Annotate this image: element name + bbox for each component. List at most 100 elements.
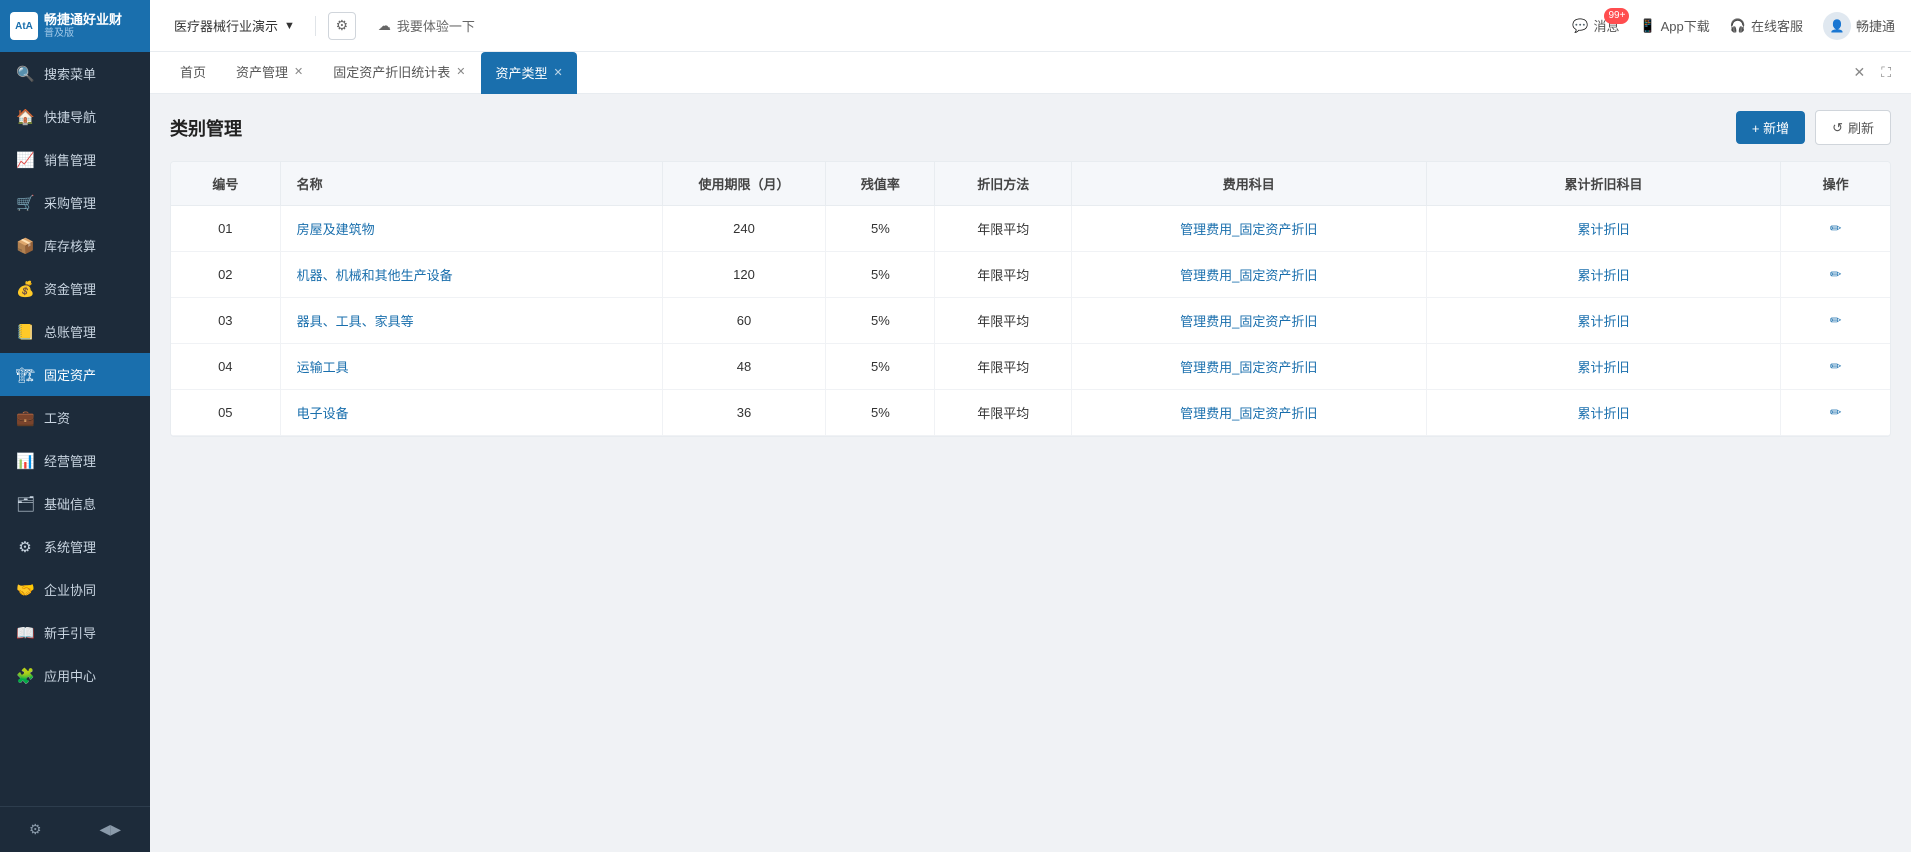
cell-action: ✏ xyxy=(1781,344,1890,390)
chevron-down-icon: ▼ xyxy=(284,20,295,32)
sidebar-item-search[interactable]: 🔍 搜索菜单 xyxy=(0,52,150,95)
cell-code: 03 xyxy=(171,298,280,344)
tab-home-label: 首页 xyxy=(180,62,206,81)
sidebar-item-inventory[interactable]: 📦 库存核算 xyxy=(0,224,150,267)
tab-asset-type-label: 资产类型 xyxy=(495,63,547,82)
table-row: 05 电子设备 36 5% 年限平均 管理费用_固定资产折旧 累计折旧 ✏ xyxy=(171,390,1890,436)
col-expense: 费用科目 xyxy=(1071,162,1426,206)
cell-name: 运输工具 xyxy=(280,344,662,390)
tab-asset-mgmt-close[interactable]: ✕ xyxy=(294,65,303,78)
table-row: 01 房屋及建筑物 240 5% 年限平均 管理费用_固定资产折旧 累计折旧 ✏ xyxy=(171,206,1890,252)
app-center-icon: 🧩 xyxy=(16,667,34,685)
topbar-app-download-btn[interactable]: 📱 App下载 xyxy=(1639,16,1709,35)
table-row: 02 机器、机械和其他生产设备 120 5% 年限平均 管理费用_固定资产折旧 … xyxy=(171,252,1890,298)
cell-expense: 管理费用_固定资产折旧 xyxy=(1071,390,1426,436)
sidebar-item-salary[interactable]: 💼 工资 xyxy=(0,396,150,439)
col-accu: 累计折旧科目 xyxy=(1426,162,1781,206)
sidebar-item-capital[interactable]: 💰 资金管理 xyxy=(0,267,150,310)
sidebar-item-label: 库存核算 xyxy=(44,236,96,255)
sidebar-settings-btn[interactable]: ⚙ xyxy=(21,817,50,842)
cell-accu: 累计折旧 xyxy=(1426,390,1781,436)
sidebar-item-quick-nav[interactable]: 🏠 快捷导航 xyxy=(0,95,150,138)
table-header-row: 编号 名称 使用期限（月） 残值率 折旧方法 费用科目 累计折旧科目 操作 xyxy=(171,162,1890,206)
cell-period: 60 xyxy=(662,298,826,344)
refresh-button[interactable]: ↺ 刷新 xyxy=(1815,110,1891,145)
col-residual: 残值率 xyxy=(826,162,935,206)
tab-home[interactable]: 首页 xyxy=(166,52,220,94)
new-button[interactable]: + 新增 xyxy=(1736,111,1805,144)
sidebar-item-newbie[interactable]: 📖 新手引导 xyxy=(0,611,150,654)
salary-icon: 💼 xyxy=(16,409,34,427)
cell-expense: 管理费用_固定资产折旧 xyxy=(1071,298,1426,344)
sidebar-item-mgmt[interactable]: 📊 经营管理 xyxy=(0,439,150,482)
topbar-user-btn[interactable]: 👤 畅捷通 xyxy=(1823,12,1895,40)
cell-expense: 管理费用_固定资产折旧 xyxy=(1071,344,1426,390)
cell-action: ✏ xyxy=(1781,390,1890,436)
edit-button[interactable]: ✏ xyxy=(1824,264,1848,285)
sidebar-item-label: 快捷导航 xyxy=(44,107,96,126)
cell-method: 年限平均 xyxy=(935,298,1071,344)
sidebar-logo: AtA 畅捷通好业财 普及版 xyxy=(0,0,150,52)
user-label: 畅捷通 xyxy=(1856,16,1895,35)
topbar-message-btn[interactable]: 💬 消息 99+ xyxy=(1572,16,1619,35)
col-action: 操作 xyxy=(1781,162,1890,206)
tab-asset-type[interactable]: 资产类型 ✕ xyxy=(481,52,576,94)
tab-asset-type-close[interactable]: ✕ xyxy=(554,66,563,79)
message-badge: 99+ xyxy=(1604,8,1629,24)
sidebar-item-app-center[interactable]: 🧩 应用中心 xyxy=(0,654,150,697)
sidebar-item-sys-mgmt[interactable]: ⚙ 系统管理 xyxy=(0,525,150,568)
tabbar: 首页 资产管理 ✕ 固定资产折旧统计表 ✕ 资产类型 ✕ ✕ ⛶ xyxy=(150,52,1911,94)
cell-expense: 管理费用_固定资产折旧 xyxy=(1071,206,1426,252)
inventory-icon: 📦 xyxy=(16,237,34,255)
sidebar-item-ledger[interactable]: 📒 总账管理 xyxy=(0,310,150,353)
logo-text: 畅捷通好业财 普及版 xyxy=(44,12,122,40)
col-period: 使用期限（月） xyxy=(662,162,826,206)
purchase-icon: 🛒 xyxy=(16,194,34,212)
cell-name: 房屋及建筑物 xyxy=(280,206,662,252)
edit-button[interactable]: ✏ xyxy=(1824,356,1848,377)
sidebar-collapse-btn[interactable]: ◀▶ xyxy=(91,817,129,842)
sidebar-item-purchase[interactable]: 🛒 采购管理 xyxy=(0,181,150,224)
topbar-settings-btn[interactable]: ⚙ xyxy=(328,12,356,40)
cell-code: 02 xyxy=(171,252,280,298)
app-download-icon: 📱 xyxy=(1639,18,1655,34)
table: 编号 名称 使用期限（月） 残值率 折旧方法 费用科目 累计折旧科目 操作 01… xyxy=(171,162,1890,436)
newbie-icon: 📖 xyxy=(16,624,34,642)
sidebar-item-label: 销售管理 xyxy=(44,150,96,169)
tab-fixed-asset-table-close[interactable]: ✕ xyxy=(456,65,465,78)
sidebar-item-sales[interactable]: 📈 销售管理 xyxy=(0,138,150,181)
sidebar-bottom: ⚙ ◀▶ xyxy=(0,806,150,852)
main-area: 医疗器械行业演示 ▼ ⚙ ☁ 我要体验一下 💬 消息 99+ 📱 App下载 🎧… xyxy=(150,0,1911,852)
sidebar-item-label: 经营管理 xyxy=(44,451,96,470)
edit-button[interactable]: ✏ xyxy=(1824,310,1848,331)
sidebar-item-basic-info[interactable]: 🗂 基础信息 xyxy=(0,482,150,525)
sidebar-item-label: 应用中心 xyxy=(44,666,96,685)
app-download-label: App下载 xyxy=(1661,16,1710,35)
user-avatar: 👤 xyxy=(1823,12,1851,40)
topbar-company[interactable]: 医疗器械行业演示 ▼ xyxy=(166,12,303,39)
edit-button[interactable]: ✏ xyxy=(1824,218,1848,239)
sidebar-item-label: 新手引导 xyxy=(44,623,96,642)
sidebar-item-enterprise[interactable]: 🤝 企业协同 xyxy=(0,568,150,611)
cloud-icon: ☁ xyxy=(378,18,391,34)
topbar-experience-btn[interactable]: ☁ 我要体验一下 xyxy=(368,12,485,39)
category-table: 编号 名称 使用期限（月） 残值率 折旧方法 费用科目 累计折旧科目 操作 01… xyxy=(170,161,1891,437)
cell-accu: 累计折旧 xyxy=(1426,206,1781,252)
content-actions: + 新增 ↺ 刷新 xyxy=(1736,110,1891,145)
edit-button[interactable]: ✏ xyxy=(1824,402,1848,423)
cell-action: ✏ xyxy=(1781,252,1890,298)
cell-residual: 5% xyxy=(826,252,935,298)
app-name: 畅捷通好业财 xyxy=(44,12,122,28)
tab-fixed-asset-table[interactable]: 固定资产折旧统计表 ✕ xyxy=(319,52,479,94)
tab-asset-mgmt[interactable]: 资产管理 ✕ xyxy=(222,52,317,94)
maximize-window-btn[interactable]: ⛶ xyxy=(1877,62,1895,83)
search-icon: 🔍 xyxy=(16,65,34,83)
cell-period: 36 xyxy=(662,390,826,436)
sys-mgmt-icon: ⚙ xyxy=(16,538,34,556)
sidebar-item-label: 工资 xyxy=(44,408,70,427)
sidebar-item-fixed-asset[interactable]: 🏗 固定资产 xyxy=(0,353,150,396)
topbar-online-service-btn[interactable]: 🎧 在线客服 xyxy=(1730,16,1803,35)
cell-name: 机器、机械和其他生产设备 xyxy=(280,252,662,298)
cell-residual: 5% xyxy=(826,344,935,390)
close-window-btn[interactable]: ✕ xyxy=(1849,62,1869,83)
